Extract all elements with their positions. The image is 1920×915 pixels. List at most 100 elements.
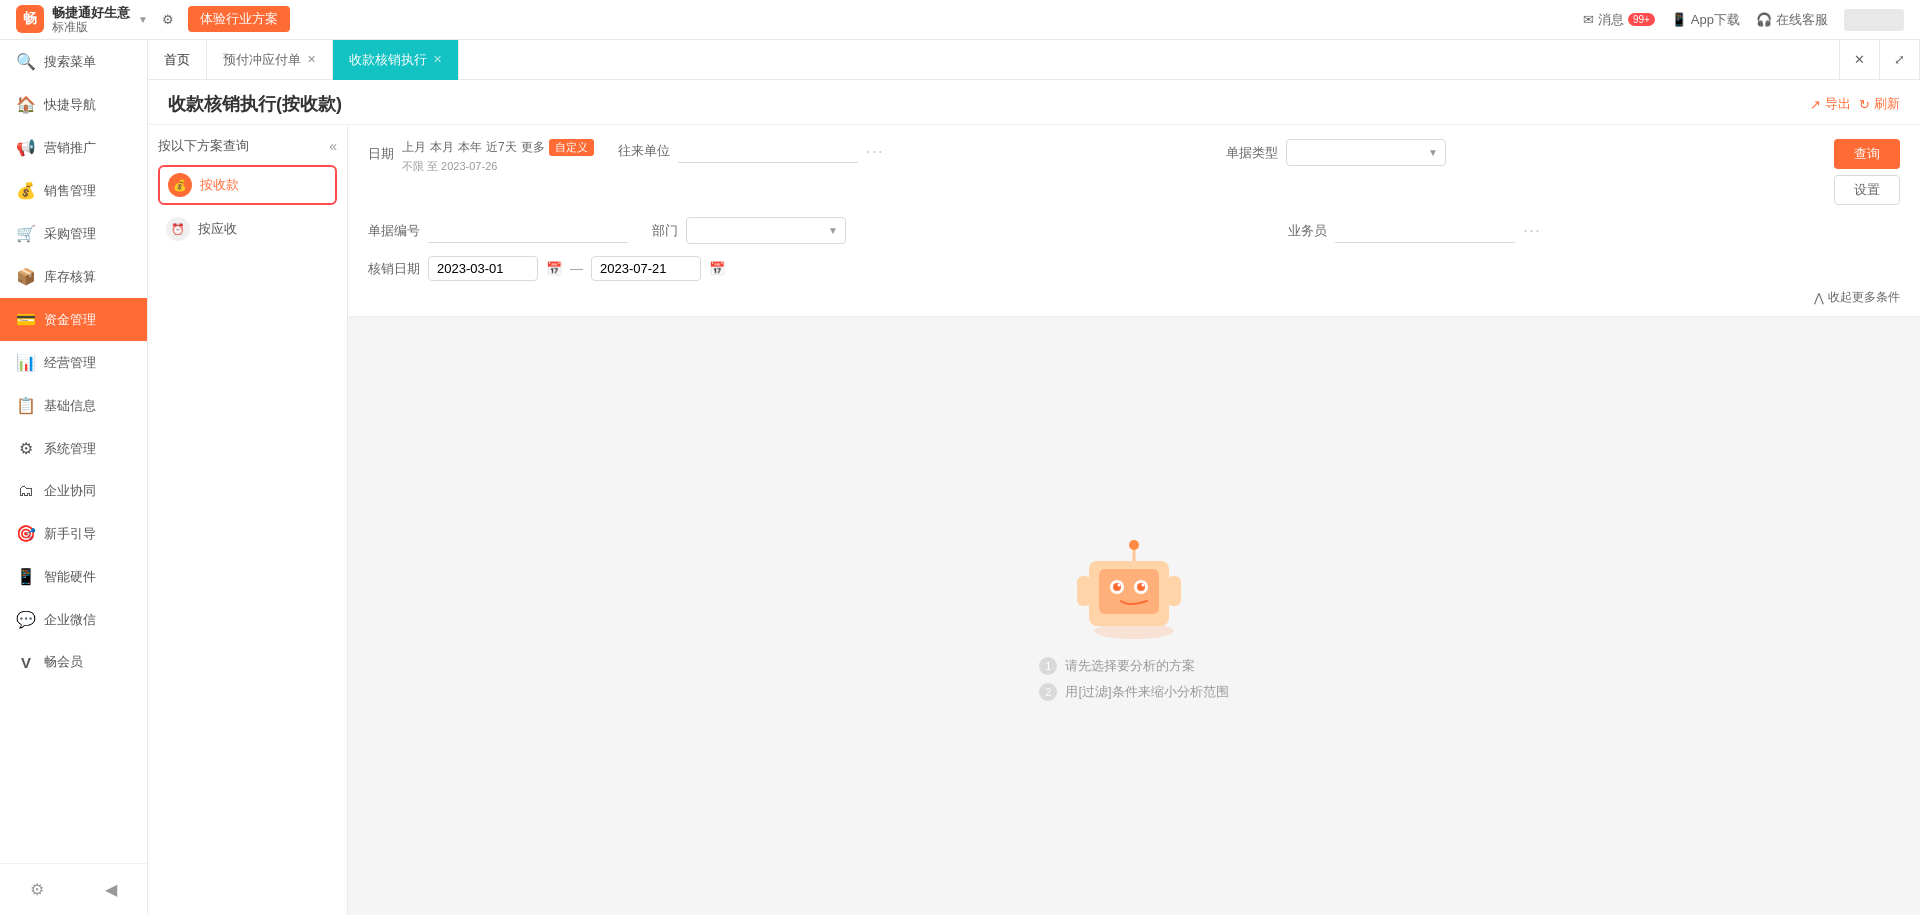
shortcut-more[interactable]: 更多 [521, 139, 545, 156]
app-download-item[interactable]: 📱 App下载 [1671, 11, 1740, 29]
shortcut-custom[interactable]: 自定义 [549, 139, 594, 156]
sidebar-label-basic: 基础信息 [44, 397, 96, 415]
home-icon: 🏠 [16, 95, 36, 114]
verifydate-separator: — [570, 261, 583, 276]
sidebar-settings-btn[interactable]: ⚙ [22, 872, 52, 907]
sidebar-label-marketing: 营销推广 [44, 139, 96, 157]
brand-dropdown-icon[interactable]: ▼ [138, 14, 148, 25]
topbar: 畅 畅捷通好生意 标准版 ▼ ⚙ 体验行业方案 ✉ 消息 99+ 📱 App下载… [0, 0, 1920, 40]
verifydate-end-cal-icon[interactable]: 📅 [709, 261, 725, 276]
receipt-option-label: 按收款 [200, 176, 239, 194]
tab-bar: 首页 预付冲应付单 ✕ 收款核销执行 ✕ ✕ ⤢ [148, 40, 1920, 80]
counterpart-input[interactable] [678, 139, 858, 163]
filter-form: 日期 上月 本月 本年 近7天 更多 自定义 不限 至 [348, 125, 1920, 317]
verifydate-start-input[interactable] [428, 256, 538, 281]
date-label: 日期 [368, 139, 394, 163]
refresh-icon: ↻ [1859, 97, 1870, 112]
staff-dots[interactable]: ··· [1523, 220, 1541, 241]
empty-svg [1069, 531, 1199, 641]
purchase-icon: 🛒 [16, 224, 36, 243]
operations-icon: 📊 [16, 353, 36, 372]
app-label: App下载 [1691, 11, 1740, 29]
sidebar-item-enterprise[interactable]: 🗂 企业协同 [0, 470, 147, 512]
sidebar-item-wechat[interactable]: 💬 企业微信 [0, 598, 147, 641]
sidebar-item-inventory[interactable]: 📦 库存核算 [0, 255, 147, 298]
search-icon: 🔍 [16, 52, 36, 71]
topbar-right: ✉ 消息 99+ 📱 App下载 🎧 在线客服 [1583, 9, 1904, 31]
app-icon: 📱 [1671, 12, 1687, 27]
filter-option-box: 💰 按收款 [158, 165, 337, 205]
sidebar-item-system[interactable]: ⚙ 系统管理 [0, 427, 147, 470]
filter-vouchertype-cell: 单据类型 ▼ [1226, 139, 1810, 166]
filter-settings-button[interactable]: 设置 [1834, 175, 1900, 205]
sidebar-item-basic[interactable]: 📋 基础信息 [0, 384, 147, 427]
export-icon: ↗ [1810, 97, 1821, 112]
tab-close-btn[interactable]: ✕ [1840, 40, 1880, 80]
solution-button[interactable]: 体验行业方案 [188, 6, 290, 32]
query-button[interactable]: 查询 [1834, 139, 1900, 169]
settings-icon[interactable]: ⚙ [156, 7, 180, 31]
shortcut-this-month[interactable]: 本月 [430, 139, 454, 156]
sidebar-label-quicknav: 快捷导航 [44, 96, 96, 114]
vouchertype-select[interactable] [1286, 139, 1446, 166]
sidebar-item-hardware[interactable]: 📱 智能硬件 [0, 555, 147, 598]
sidebar-item-search[interactable]: 🔍 搜索菜单 [0, 40, 147, 83]
sidebar-item-purchase[interactable]: 🛒 采购管理 [0, 212, 147, 255]
sidebar-item-vip[interactable]: V 畅会员 [0, 641, 147, 683]
sidebar-item-marketing[interactable]: 📢 营销推广 [0, 126, 147, 169]
filter-staff-cell: 业务员 ··· [1288, 219, 1900, 243]
sidebar-item-operations[interactable]: 📊 经营管理 [0, 341, 147, 384]
system-icon: ⚙ [16, 439, 36, 458]
sidebar-label-sales: 销售管理 [44, 182, 96, 200]
sidebar-item-quicknav[interactable]: 🏠 快捷导航 [0, 83, 147, 126]
tab-controls: ✕ ⤢ [1839, 40, 1920, 80]
app-logo: 畅 [16, 5, 44, 33]
message-item[interactable]: ✉ 消息 99+ [1583, 11, 1655, 29]
voucherno-input[interactable] [428, 219, 628, 243]
tab-receive-close[interactable]: ✕ [433, 53, 442, 66]
filter-sidebar-title: 按以下方案查询 [158, 137, 249, 155]
refresh-button[interactable]: ↻ 刷新 [1859, 95, 1900, 113]
sidebar-label-enterprise: 企业协同 [44, 482, 96, 500]
user-avatar[interactable] [1844, 9, 1904, 31]
sidebar-label-purchase: 采购管理 [44, 225, 96, 243]
tab-home[interactable]: 首页 [148, 40, 207, 80]
sidebar-collapse-btn[interactable]: ◀ [97, 872, 125, 907]
verifydate-end-input[interactable] [591, 256, 701, 281]
tab-prepay[interactable]: 预付冲应付单 ✕ [207, 40, 333, 80]
staff-label: 业务员 [1288, 222, 1327, 240]
filter-collapse-row: ⋀ 收起更多条件 [368, 289, 1900, 306]
counterpart-dots[interactable]: ··· [866, 141, 884, 162]
tab-expand-btn[interactable]: ⤢ [1880, 40, 1920, 80]
sidebar-item-guide[interactable]: 🎯 新手引导 [0, 512, 147, 555]
dept-label: 部门 [652, 222, 678, 240]
sidebar-label-hardware: 智能硬件 [44, 568, 96, 586]
verifydate-start-cal-icon[interactable]: 📅 [546, 261, 562, 276]
tab-receive[interactable]: 收款核销执行 ✕ [333, 40, 459, 80]
filter-sidebar: 按以下方案查询 « 💰 按收款 ⏰ 按应收 [148, 125, 348, 915]
sidebar-item-finance[interactable]: 💳 资金管理 [0, 298, 147, 341]
service-label: 在线客服 [1776, 11, 1828, 29]
online-service-item[interactable]: 🎧 在线客服 [1756, 11, 1828, 29]
service-icon: 🎧 [1756, 12, 1772, 27]
staff-input[interactable] [1335, 219, 1515, 243]
dept-select[interactable] [686, 217, 846, 244]
tab-prepay-close[interactable]: ✕ [307, 53, 316, 66]
filter-option-receipt[interactable]: 💰 按收款 [168, 173, 327, 197]
shortcut-7days[interactable]: 近7天 [486, 139, 517, 156]
shortcut-prev-month[interactable]: 上月 [402, 139, 426, 156]
collapse-btn[interactable]: ⋀ 收起更多条件 [1814, 289, 1900, 306]
filter-sidebar-collapse-icon[interactable]: « [329, 138, 337, 154]
sidebar-label-finance: 资金管理 [44, 311, 96, 329]
sidebar: 🔍 搜索菜单 🏠 快捷导航 📢 营销推广 💰 销售管理 🛒 采购管理 📦 库存核… [0, 40, 148, 915]
empty-state: 1 请先选择要分析的方案 2 用[过滤]条件来缩小分析范围 [348, 317, 1920, 915]
export-button[interactable]: ↗ 导出 [1810, 95, 1851, 113]
filter-verifydate-cell: 核销日期 📅 — 📅 [368, 256, 725, 281]
filter-option-receivable[interactable]: ⏰ 按应收 [158, 211, 337, 247]
page-title: 收款核销执行(按收款) [168, 92, 342, 116]
filter-row-1: 日期 上月 本月 本年 近7天 更多 自定义 不限 至 [368, 139, 1900, 205]
sidebar-label-inventory: 库存核算 [44, 268, 96, 286]
collapse-label: 收起更多条件 [1828, 289, 1900, 306]
sidebar-item-sales[interactable]: 💰 销售管理 [0, 169, 147, 212]
shortcut-this-year[interactable]: 本年 [458, 139, 482, 156]
